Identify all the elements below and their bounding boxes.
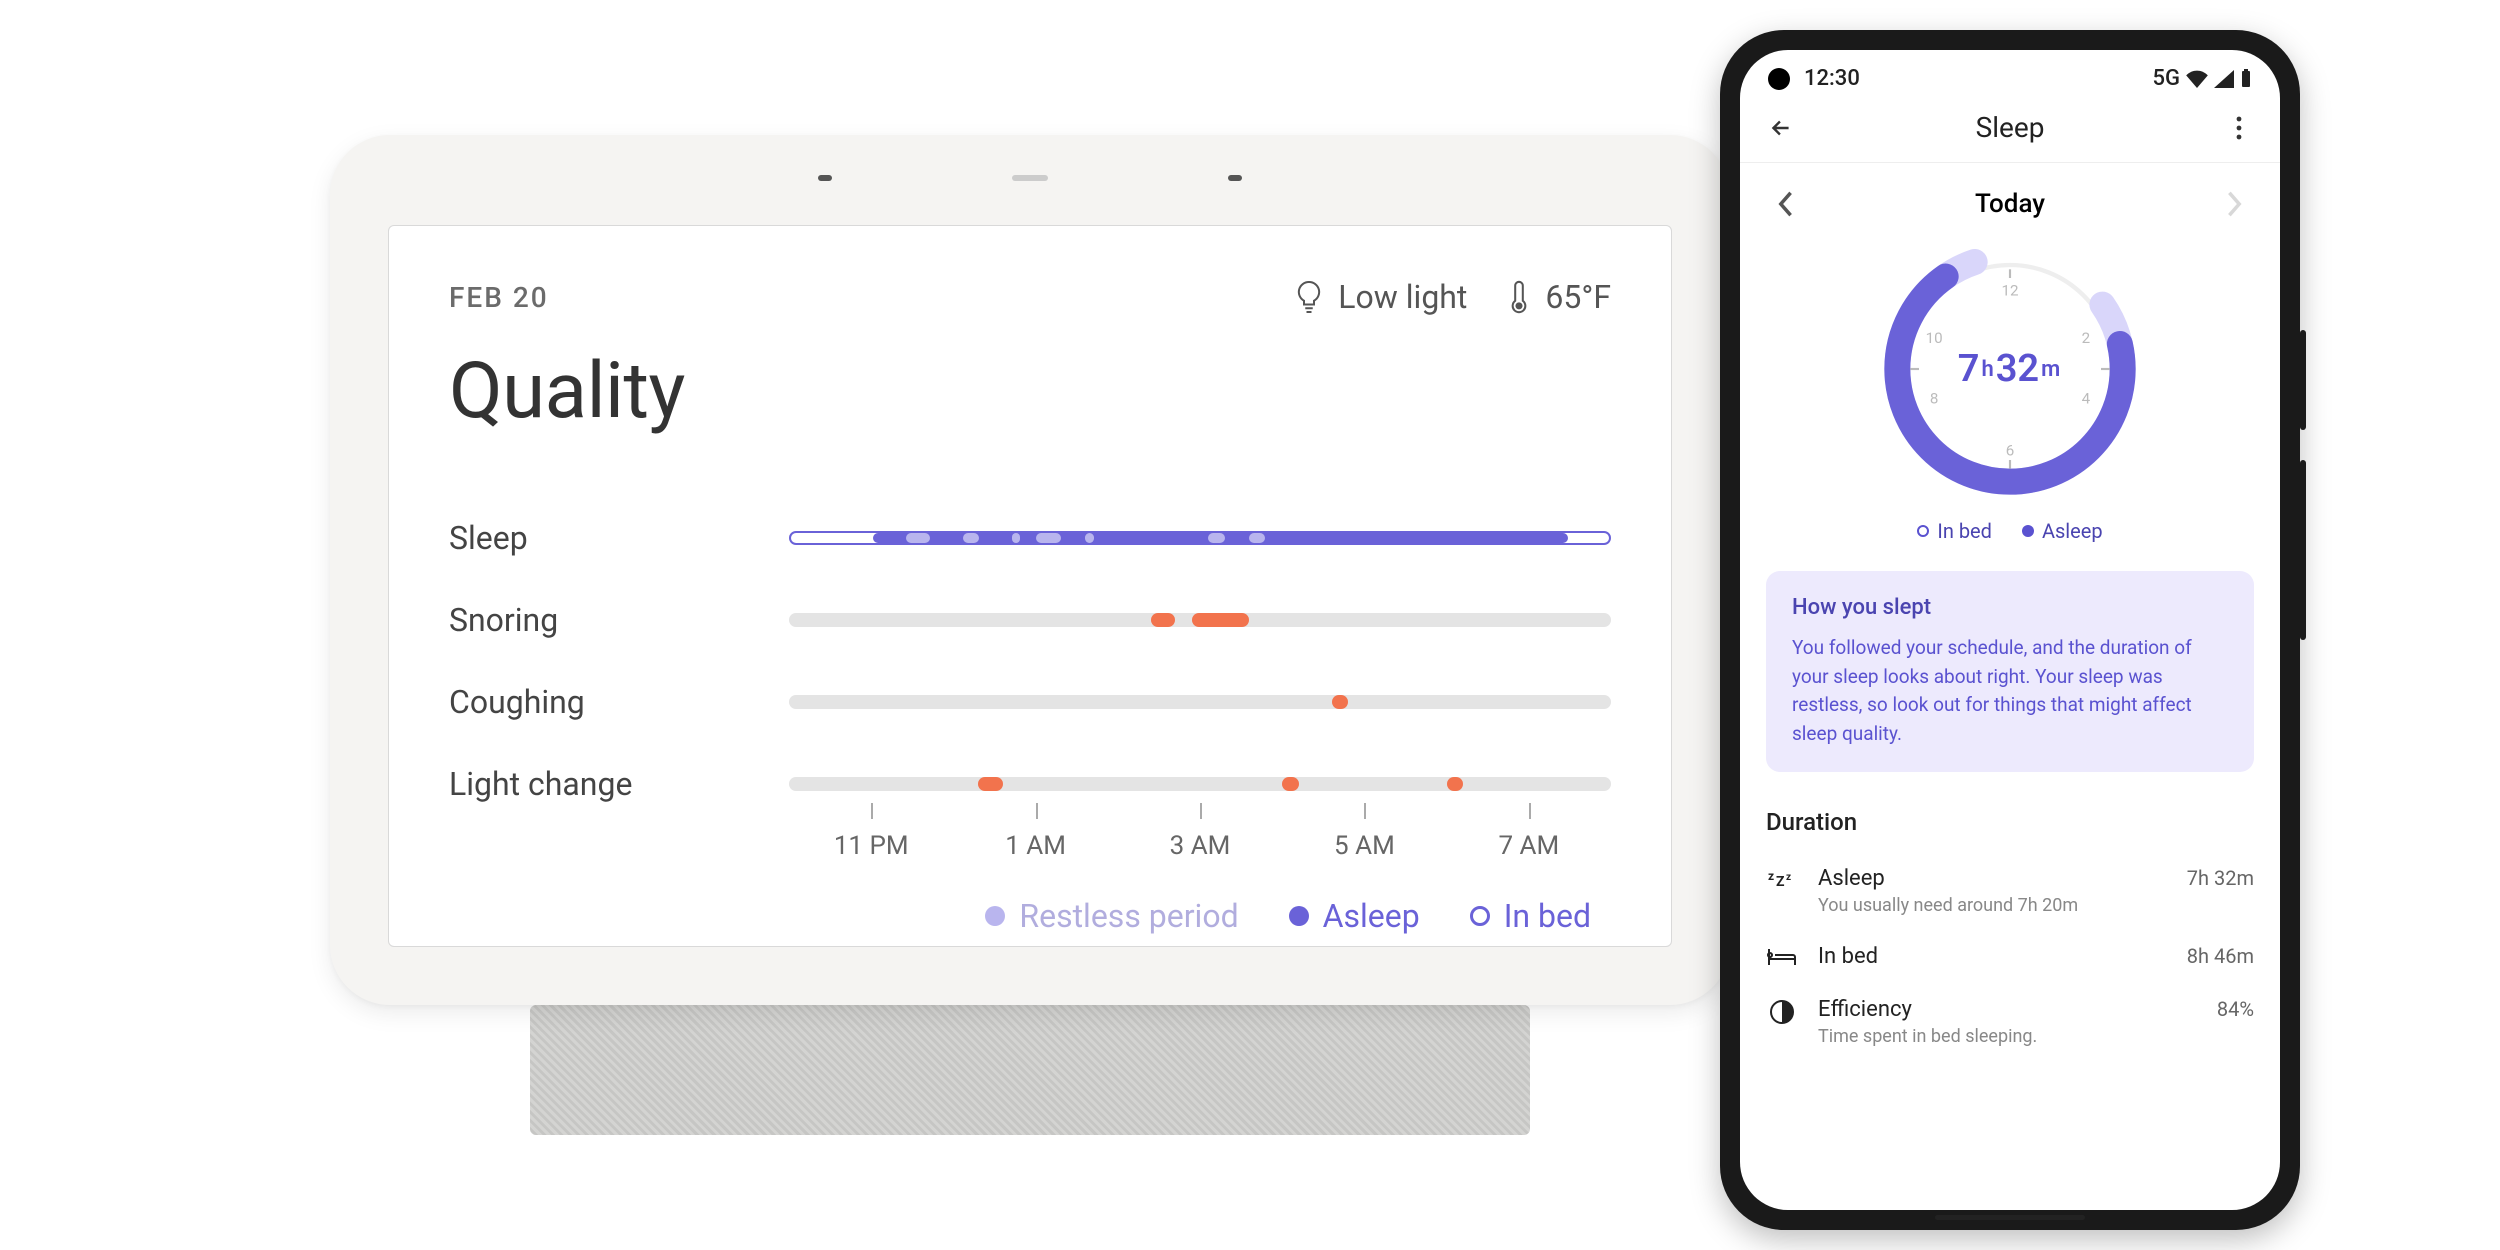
axis-tick: 3 AM [1170,831,1231,861]
temp-condition: 65°F [1507,278,1611,316]
bulb-icon [1294,278,1324,316]
hub-conditions: Low light 65°F [1294,278,1611,316]
metric-inbed[interactable]: In bed 8h 46m [1766,930,2254,983]
track-label: Sleep [449,519,789,557]
legend-label: Asleep [1323,897,1420,935]
track-sleep: Sleep [449,497,1611,579]
legend-label: Restless period [1019,897,1238,935]
light-label: Low light [1338,278,1467,316]
dial-legend-asleep: Asleep [2022,519,2103,543]
metric-title: In bed [1818,944,2167,969]
status-bar: 12:30 5G [1740,50,2280,97]
swatch-restless-icon [985,906,1005,926]
next-day-button[interactable] [2226,190,2244,218]
date-nav-label: Today [1975,189,2045,219]
hub-sensors [330,175,1730,181]
metric-value: 8h 46m [2187,944,2254,968]
metric-sub: Time spent in bed sleeping. [1818,1026,2197,1047]
light-change-bar [789,777,1611,791]
battery-icon [2240,69,2252,89]
track-light-change: Light change [449,743,1611,825]
nest-hub-device: FEB 20 Low light 65° [330,135,1730,1005]
temp-label: 65°F [1545,278,1611,316]
phone-content[interactable]: Today [1740,163,2280,1210]
hub-title: Quality [449,346,1611,437]
track-coughing: Coughing [449,661,1611,743]
how-you-slept-card[interactable]: How you slept You followed your schedule… [1766,571,2254,772]
network-label: 5G [2153,66,2181,91]
hub-date: FEB 20 [449,281,549,314]
card-body: You followed your schedule, and the dura… [1792,634,2228,748]
quality-legend: Restless period Asleep In bed [449,897,1611,935]
legend-asleep[interactable]: Asleep [1289,897,1420,935]
metric-title: Asleep [1818,866,2167,891]
snoring-bar [789,613,1611,627]
metric-sub: You usually need around 7h 20m [1818,895,2167,916]
hub-speaker-base [530,1005,1530,1135]
svg-text:z: z [1786,872,1791,883]
back-button[interactable] [1766,113,1796,143]
metric-asleep[interactable]: zZz Asleep You usually need around 7h 20… [1766,852,2254,930]
sleep-dial: 1224 6810 7h32m In bed Asleep [1766,239,2254,543]
thermometer-icon [1507,278,1531,316]
quality-tracks: Sleep Snoring [449,497,1611,825]
axis-tick: 1 AM [1005,831,1066,861]
legend-label: In bed [1504,897,1591,935]
hub-screen: FEB 20 Low light 65° [388,225,1672,947]
axis-tick: 11 PM [834,831,909,861]
dial-legend: In bed Asleep [1917,519,2102,543]
svg-text:z: z [1768,869,1774,883]
legend-inbed[interactable]: In bed [1470,897,1591,935]
swatch-asleep-icon [1289,906,1309,926]
camera-cutout-icon [1768,68,1790,90]
prev-day-button[interactable] [1776,190,1794,218]
hollow-dot-icon [1917,525,1929,537]
axis-tick: 7 AM [1498,831,1559,861]
hub-topbar: FEB 20 Low light 65° [449,278,1611,316]
metric-value: 7h 32m [2187,866,2254,890]
date-navigator: Today [1766,163,2254,229]
coughing-bar [789,695,1611,709]
signal-icon [2214,70,2234,88]
card-title: How you slept [1792,595,2228,620]
status-time: 12:30 [1804,66,1860,91]
more-button[interactable] [2224,113,2254,143]
light-condition: Low light [1294,278,1467,316]
track-label: Light change [449,765,789,803]
sleep-bar [789,531,1611,545]
filled-dot-icon [2022,525,2034,537]
metric-title: Efficiency [1818,997,2197,1022]
phone-device: 12:30 5G Sleep [1720,30,2300,1230]
appbar-title: Sleep [1976,111,2045,144]
sleep-zzz-icon: zZz [1766,866,1798,892]
track-label: Coughing [449,683,789,721]
sleep-total: 7h32m [1880,239,2140,499]
metric-value: 84% [2217,997,2254,1021]
svg-text:Z: Z [1776,874,1785,890]
wifi-icon [2186,70,2208,88]
phone-screen: 12:30 5G Sleep [1740,50,2280,1210]
duration-section-title: Duration [1766,808,2254,836]
metric-efficiency[interactable]: Efficiency Time spent in bed sleeping. 8… [1766,983,2254,1061]
dial-legend-inbed: In bed [1917,519,1992,543]
bed-icon [1766,944,1798,968]
efficiency-icon [1766,997,1798,1025]
app-bar: Sleep [1740,97,2280,163]
time-axis: 11 PM 1 AM 3 AM 5 AM 7 AM [789,825,1611,861]
legend-restless[interactable]: Restless period [985,897,1238,935]
axis-tick: 5 AM [1334,831,1395,861]
phone-side-button [2300,330,2306,430]
phone-side-button [2300,460,2306,640]
swatch-inbed-icon [1470,906,1490,926]
track-label: Snoring [449,601,789,639]
track-snoring: Snoring [449,579,1611,661]
